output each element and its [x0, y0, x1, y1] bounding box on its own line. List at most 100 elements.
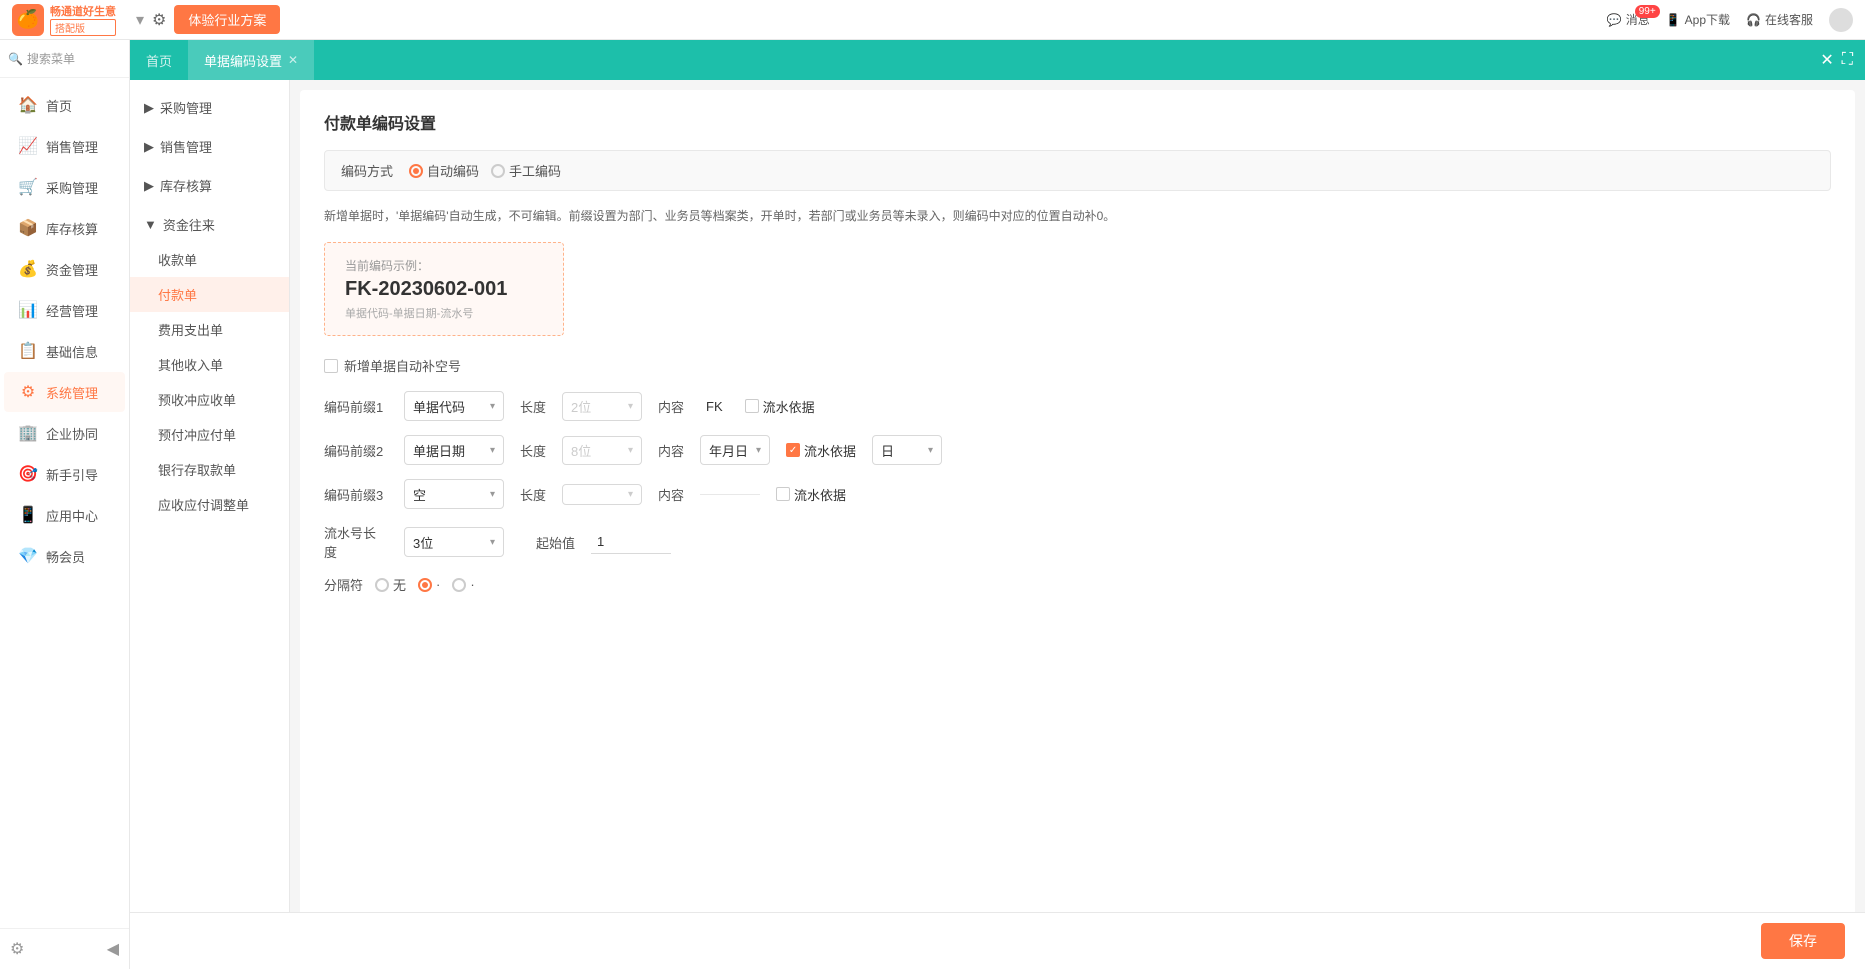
prefix1-arrow: ▾ [490, 401, 495, 412]
online-service-item[interactable]: 🎧 在线客服 [1746, 11, 1813, 28]
home-icon: 🏠 [18, 95, 38, 115]
sidebar-item-label: 畅会员 [46, 547, 85, 566]
prefix2-watermark-period[interactable]: 日 ▾ [872, 435, 942, 465]
encoding-method-row: 编码方式 自动编码 手工编码 [324, 150, 1831, 191]
experience-button[interactable]: 体验行业方案 [174, 5, 280, 34]
radio-manual-label: 手工编码 [509, 161, 561, 180]
logo-text: 畅通道好生意 搭配版 [50, 3, 116, 36]
separator-label: 分隔符 [324, 575, 363, 594]
sidebar-item-operations[interactable]: 📊 经营管理 [4, 290, 125, 330]
prefix1-length-select[interactable]: 2位 ▾ [562, 392, 642, 421]
sub-menu-purchase-header[interactable]: ▶ 采购管理 [130, 90, 289, 125]
sub-menu-item-payment[interactable]: 付款单 [130, 277, 289, 312]
tab-serial-label: 单据编码设置 [204, 51, 282, 70]
sub-menu-item-expense[interactable]: 费用支出单 [130, 312, 289, 347]
app-download-item[interactable]: 📱 App下载 [1666, 11, 1730, 28]
prefix1-watermark-box [745, 399, 759, 413]
sidebar-item-label: 基础信息 [46, 342, 98, 361]
system-icon: ⚙ [18, 382, 38, 402]
main-layout: 🔍 搜索菜单 🏠 首页 📈 销售管理 🛒 采购管理 📦 库存核算 💰 [0, 0, 1865, 969]
sub-menu-item-other-income[interactable]: 其他收入单 [130, 347, 289, 382]
prefix3-watermark-checkbox[interactable]: 流水依据 [776, 485, 846, 504]
sub-menu-inventory-header[interactable]: ▶ 库存核算 [130, 168, 289, 203]
bottom-toolbar: 保存 [130, 912, 1865, 969]
sidebar-item-system[interactable]: ⚙ 系统管理 [4, 372, 125, 412]
prefix1-watermark-checkbox[interactable]: 流水依据 [745, 397, 815, 416]
sidebar-item-label: 库存核算 [46, 219, 98, 238]
sep-option-none[interactable]: 无 [375, 575, 406, 594]
sub-menu-item-prepaid-payment[interactable]: 预付冲应付单 [130, 417, 289, 452]
sidebar-item-apps[interactable]: 📱 应用中心 [4, 495, 125, 535]
prefix2-content-select[interactable]: 年月日 ▾ [700, 435, 770, 465]
tab-expand-icon[interactable]: ⛶ [1842, 51, 1853, 69]
prefix2-select[interactable]: 单据日期 ▾ [404, 435, 504, 465]
form-row-prefix1: 编码前缀1 单据代码 ▾ 长度 2位 ▾ 内容 FK 流水依据 [324, 391, 1831, 421]
sep-option-dot2[interactable]: · [452, 577, 474, 592]
radio-manual-encode[interactable]: 手工编码 [491, 161, 561, 180]
auto-fill-checkbox[interactable] [324, 359, 338, 373]
settings-bottom-icon[interactable]: ⚙ [10, 939, 24, 959]
sidebar-item-finance[interactable]: 💰 资金管理 [4, 249, 125, 289]
serial-length-select[interactable]: 3位 ▾ [404, 527, 504, 557]
prefix3-content-value [700, 494, 760, 495]
app-download-icon: 📱 [1666, 13, 1681, 27]
auto-fill-checkbox-row[interactable]: 新增单据自动补空号 [324, 356, 1831, 375]
sub-menu-item-adjustment[interactable]: 应收应付调整单 [130, 487, 289, 522]
sidebar-item-enterprise[interactable]: 🏢 企业协同 [4, 413, 125, 453]
sub-menu-finance-arrow: ▼ [144, 217, 157, 232]
sidebar-item-member[interactable]: 💎 畅会员 [4, 536, 125, 576]
sidebar-search[interactable]: 🔍 搜索菜单 [0, 40, 129, 78]
app-download-label: App下载 [1685, 11, 1730, 28]
prefix2-content-arrow: ▾ [756, 445, 761, 456]
prefix3-length-select[interactable]: ▾ [562, 484, 642, 505]
prefix1-select[interactable]: 单据代码 ▾ [404, 391, 504, 421]
collapse-icon[interactable]: ◀ [107, 939, 119, 959]
sub-menu-item-receipt[interactable]: 收款单 [130, 242, 289, 277]
sidebar-item-inventory[interactable]: 📦 库存核算 [4, 208, 125, 248]
sep-option-dot1[interactable]: · [418, 577, 440, 592]
prefix2-length-select[interactable]: 8位 ▾ [562, 436, 642, 465]
prefix2-content-label: 内容 [658, 441, 684, 460]
tab-serial-settings[interactable]: 单据编码设置 ✕ [188, 40, 314, 80]
nav-dropdown-arrow[interactable]: ▾ [136, 10, 144, 30]
logo-icon: 🍊 [12, 4, 44, 36]
start-value-label: 起始值 [536, 533, 575, 552]
operations-icon: 📊 [18, 300, 38, 320]
sidebar-item-label: 经营管理 [46, 301, 98, 320]
sub-sidebar: ▶ 采购管理 ▶ 销售管理 ▶ 库存核算 [130, 80, 290, 969]
messages-badge: 99+ [1635, 5, 1660, 18]
prefix3-watermark-box [776, 487, 790, 501]
sub-menu-item-bank[interactable]: 银行存取款单 [130, 452, 289, 487]
enterprise-icon: 🏢 [18, 423, 38, 443]
tab-close-icon[interactable]: ✕ [288, 53, 298, 67]
sub-menu-purchase-label: 采购管理 [160, 98, 212, 117]
sidebar-item-guide[interactable]: 🎯 新手引导 [4, 454, 125, 494]
prefix3-select[interactable]: 空 ▾ [404, 479, 504, 509]
nav-settings-icon[interactable]: ⚙ [152, 10, 166, 30]
save-button[interactable]: 保存 [1761, 923, 1845, 959]
start-value-input[interactable] [591, 530, 671, 554]
sub-menu-item-prepaid-receipt[interactable]: 预收冲应收单 [130, 382, 289, 417]
tab-close-window-icon[interactable]: ✕ [1820, 50, 1833, 70]
sub-menu-finance-header[interactable]: ▼ 资金往来 [130, 207, 289, 242]
member-icon: 💎 [18, 546, 38, 566]
search-icon: 🔍 [8, 52, 23, 66]
sub-menu-sales-label: 销售管理 [160, 137, 212, 156]
sidebar-item-sales[interactable]: 📈 销售管理 [4, 126, 125, 166]
prefix2-watermark-checkbox[interactable]: ✓ 流水依据 [786, 441, 856, 460]
prefix2-length-arrow: ▾ [628, 445, 633, 456]
radio-auto-encode[interactable]: 自动编码 [409, 161, 479, 180]
sidebar-item-home[interactable]: 🏠 首页 [4, 85, 125, 125]
logo: 🍊 畅通道好生意 搭配版 [12, 3, 116, 36]
messages-item[interactable]: 💬 消息 99+ [1607, 11, 1650, 28]
sub-menu-sales-header[interactable]: ▶ 销售管理 [130, 129, 289, 164]
radio-group-encoding: 自动编码 手工编码 [409, 161, 561, 180]
sidebar-item-purchase[interactable]: 🛒 采购管理 [4, 167, 125, 207]
prefix1-label: 编码前缀1 [324, 397, 388, 416]
sidebar-item-base[interactable]: 📋 基础信息 [4, 331, 125, 371]
user-avatar[interactable] [1829, 8, 1853, 32]
serial-length-arrow: ▾ [490, 537, 495, 548]
sep-none-label: 无 [393, 575, 406, 594]
prefix2-watermark-box: ✓ [786, 443, 800, 457]
tab-home[interactable]: 首页 [130, 40, 188, 80]
